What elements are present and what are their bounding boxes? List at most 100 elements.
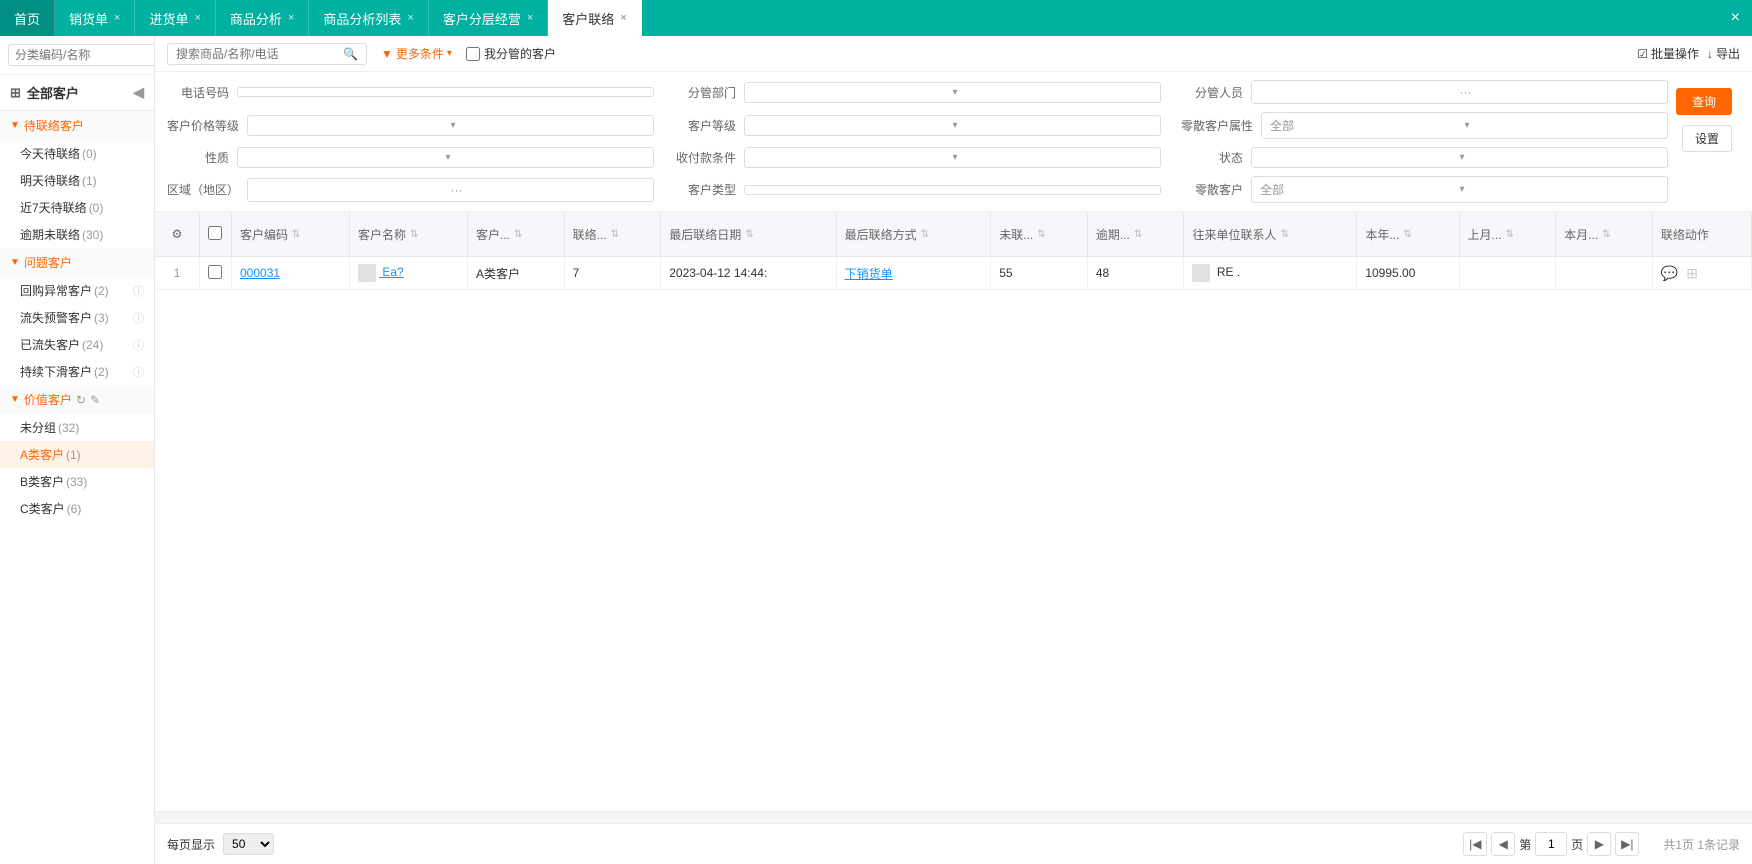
nav-tab-customer-contact[interactable]: 客户联络 ×	[548, 0, 641, 36]
dept-select[interactable]: ▾	[744, 82, 1161, 103]
sidebar-item-tomorrow[interactable]: 明天待联络 (1)	[0, 167, 154, 194]
th-name-sort-icon[interactable]: ⇅	[410, 229, 418, 240]
nav-tab-customer-tier[interactable]: 客户分层经营 ×	[429, 0, 548, 36]
sidebar-item-churn-warning[interactable]: 流失预警客户 (3) ⓘ	[0, 304, 154, 331]
sidebar-all-customers[interactable]: ⊞ 全部客户 ◀	[0, 75, 154, 111]
search-input[interactable]	[176, 47, 343, 61]
row-contact: 7	[564, 257, 661, 290]
query-button[interactable]: 查询	[1676, 88, 1732, 115]
next-page-btn[interactable]: ▶	[1587, 832, 1611, 856]
sidebar-search-bar: 🔍	[0, 36, 154, 75]
filter-row-2: 客户价格等级 ▾ 客户等级	[167, 112, 1668, 139]
goods-analysis-list-close[interactable]: ×	[407, 12, 413, 24]
sidebar-item-churned[interactable]: 已流失客户 (24) ⓘ	[0, 331, 154, 358]
region-select[interactable]: ···	[247, 178, 654, 202]
first-page-btn[interactable]: |◀	[1463, 832, 1487, 856]
th-last-month: 上月... ⇅	[1459, 212, 1556, 257]
th-last-method-sort-icon[interactable]: ⇅	[921, 229, 929, 240]
th-contact-sort-icon[interactable]: ⇅	[611, 229, 619, 240]
sidebar-item-ungrouped[interactable]: 未分组 (32)	[0, 414, 154, 441]
settings-button[interactable]: 设置	[1682, 125, 1732, 152]
filter-row-4: 区域（地区） ··· 客户类型	[167, 176, 1668, 203]
th-last-month-sort-icon[interactable]: ⇅	[1506, 229, 1514, 240]
section-problem-header[interactable]: ▼ 问题客户	[0, 248, 154, 277]
row-name[interactable]: Ea?	[349, 257, 467, 290]
th-not-contact-sort-icon[interactable]: ⇅	[1037, 229, 1045, 240]
purchase-close[interactable]: ×	[194, 12, 200, 24]
sidebar-item-today[interactable]: 今天待联络 (0)	[0, 140, 154, 167]
toolbar-search-icon[interactable]: 🔍	[343, 47, 358, 61]
row-code[interactable]: 000031	[232, 257, 350, 290]
last-page-btn[interactable]: ▶|	[1615, 832, 1639, 856]
customer-contact-close[interactable]: ×	[620, 12, 626, 24]
nav-tab-sales[interactable]: 销货单 ×	[55, 0, 135, 36]
status-select[interactable]: ▾	[1251, 147, 1668, 168]
manager-dots-icon: ···	[1460, 85, 1660, 99]
th-liaison-sort-icon[interactable]: ⇅	[1281, 229, 1289, 240]
h-scrollbar-area[interactable]	[155, 811, 1752, 823]
my-customer-input[interactable]	[466, 47, 480, 61]
sidebar-item-class-c[interactable]: C类客户 (6)	[0, 495, 154, 522]
customer-type-input[interactable]	[744, 185, 1161, 195]
customer-tier-close[interactable]: ×	[527, 12, 533, 24]
th-type-sort-icon[interactable]: ⇅	[514, 229, 522, 240]
th-code: 客户编码 ⇅	[232, 212, 350, 257]
action-qr-icon[interactable]: ⊞	[1686, 265, 1698, 282]
nav-tab-goods-analysis[interactable]: 商品分析 ×	[216, 0, 309, 36]
nav-tab-purchase[interactable]: 进货单 ×	[135, 0, 215, 36]
filter-payment: 收付款条件 ▾	[674, 147, 1161, 168]
goods-analysis-close[interactable]: ×	[288, 12, 294, 24]
retail-customer-select[interactable]: 全部 ▾	[1251, 176, 1668, 203]
sidebar-item-overdue[interactable]: 逾期未联络 (30)	[0, 221, 154, 248]
close-all-btn[interactable]: ×	[1719, 9, 1752, 27]
th-code-sort-icon[interactable]: ⇅	[292, 229, 300, 240]
filter-customer-grade: 客户等级 ▾	[674, 115, 1161, 136]
payment-arrow-icon: ▾	[953, 152, 1153, 163]
row-last-method[interactable]: 下销货单	[836, 257, 991, 290]
section-pending-label: 待联络客户	[24, 117, 84, 134]
batch-op-btn[interactable]: ☑ 批量操作	[1637, 45, 1699, 62]
section-value-header[interactable]: ▼ 价值客户 ↻ ✎	[0, 385, 154, 414]
action-chat-icon[interactable]: 💬	[1661, 265, 1678, 282]
action-btns: 查询 设置	[1668, 80, 1740, 160]
th-this-year-sort-icon[interactable]: ⇅	[1403, 229, 1411, 240]
overdue-label: 逾期未联络	[20, 226, 80, 243]
sidebar-item-class-b[interactable]: B类客户 (33)	[0, 468, 154, 495]
nature-select[interactable]: ▾	[237, 147, 654, 168]
customer-tier-label: 客户分层经营	[443, 9, 521, 28]
phone-input[interactable]	[237, 87, 654, 97]
payment-select[interactable]: ▾	[744, 147, 1161, 168]
row-action: 💬 ⊞	[1652, 257, 1751, 290]
row-last-month	[1459, 257, 1556, 290]
manager-select[interactable]: ···	[1251, 80, 1668, 104]
customer-grade-select[interactable]: ▾	[744, 115, 1161, 136]
my-customer-checkbox[interactable]: 我分管的客户	[466, 45, 556, 62]
sidebar-item-declining[interactable]: 持续下滑客户 (2) ⓘ	[0, 358, 154, 385]
sidebar-item-repurchase[interactable]: 回购异常客户 (2) ⓘ	[0, 277, 154, 304]
section-value: ▼ 价值客户 ↻ ✎ 未分组 (32) A类客户 (1) B类客户 (33)	[0, 385, 154, 522]
row-select-checkbox[interactable]	[208, 265, 222, 279]
section-pending-header[interactable]: ▼ 待联络客户	[0, 111, 154, 140]
th-last-date-sort-icon[interactable]: ⇅	[745, 229, 753, 240]
select-all-checkbox[interactable]	[208, 226, 222, 240]
value-refresh-icon[interactable]: ↻	[76, 393, 86, 407]
th-overdue-sort-icon[interactable]: ⇅	[1134, 229, 1142, 240]
sidebar-item-7days[interactable]: 近7天待联络 (0)	[0, 194, 154, 221]
th-this-month-sort-icon[interactable]: ⇅	[1602, 229, 1610, 240]
prev-page-btn[interactable]: ◀	[1491, 832, 1515, 856]
sales-close[interactable]: ×	[114, 12, 120, 24]
nav-tab-home[interactable]: 首页	[0, 0, 55, 36]
nav-tab-goods-analysis-list[interactable]: 商品分析列表 ×	[309, 0, 428, 36]
retail-attr-select[interactable]: 全部 ▾	[1261, 112, 1668, 139]
sidebar-search-input[interactable]	[8, 44, 155, 66]
value-edit-icon[interactable]: ✎	[90, 393, 100, 407]
sidebar-item-class-a[interactable]: A类客户 (1)	[0, 441, 154, 468]
collapse-icon[interactable]: ◀	[133, 84, 144, 101]
export-btn[interactable]: ↓ 导出	[1707, 45, 1740, 62]
toolbar-search-box[interactable]: 🔍	[167, 43, 367, 65]
price-grade-select[interactable]: ▾	[247, 115, 654, 136]
per-page-select[interactable]: 50 100 200	[223, 833, 274, 855]
gear-settings-icon[interactable]: ⚙	[163, 220, 191, 248]
filter-more-btn[interactable]: ▼ 更多条件 ▾	[375, 42, 458, 65]
page-input[interactable]	[1535, 832, 1567, 856]
